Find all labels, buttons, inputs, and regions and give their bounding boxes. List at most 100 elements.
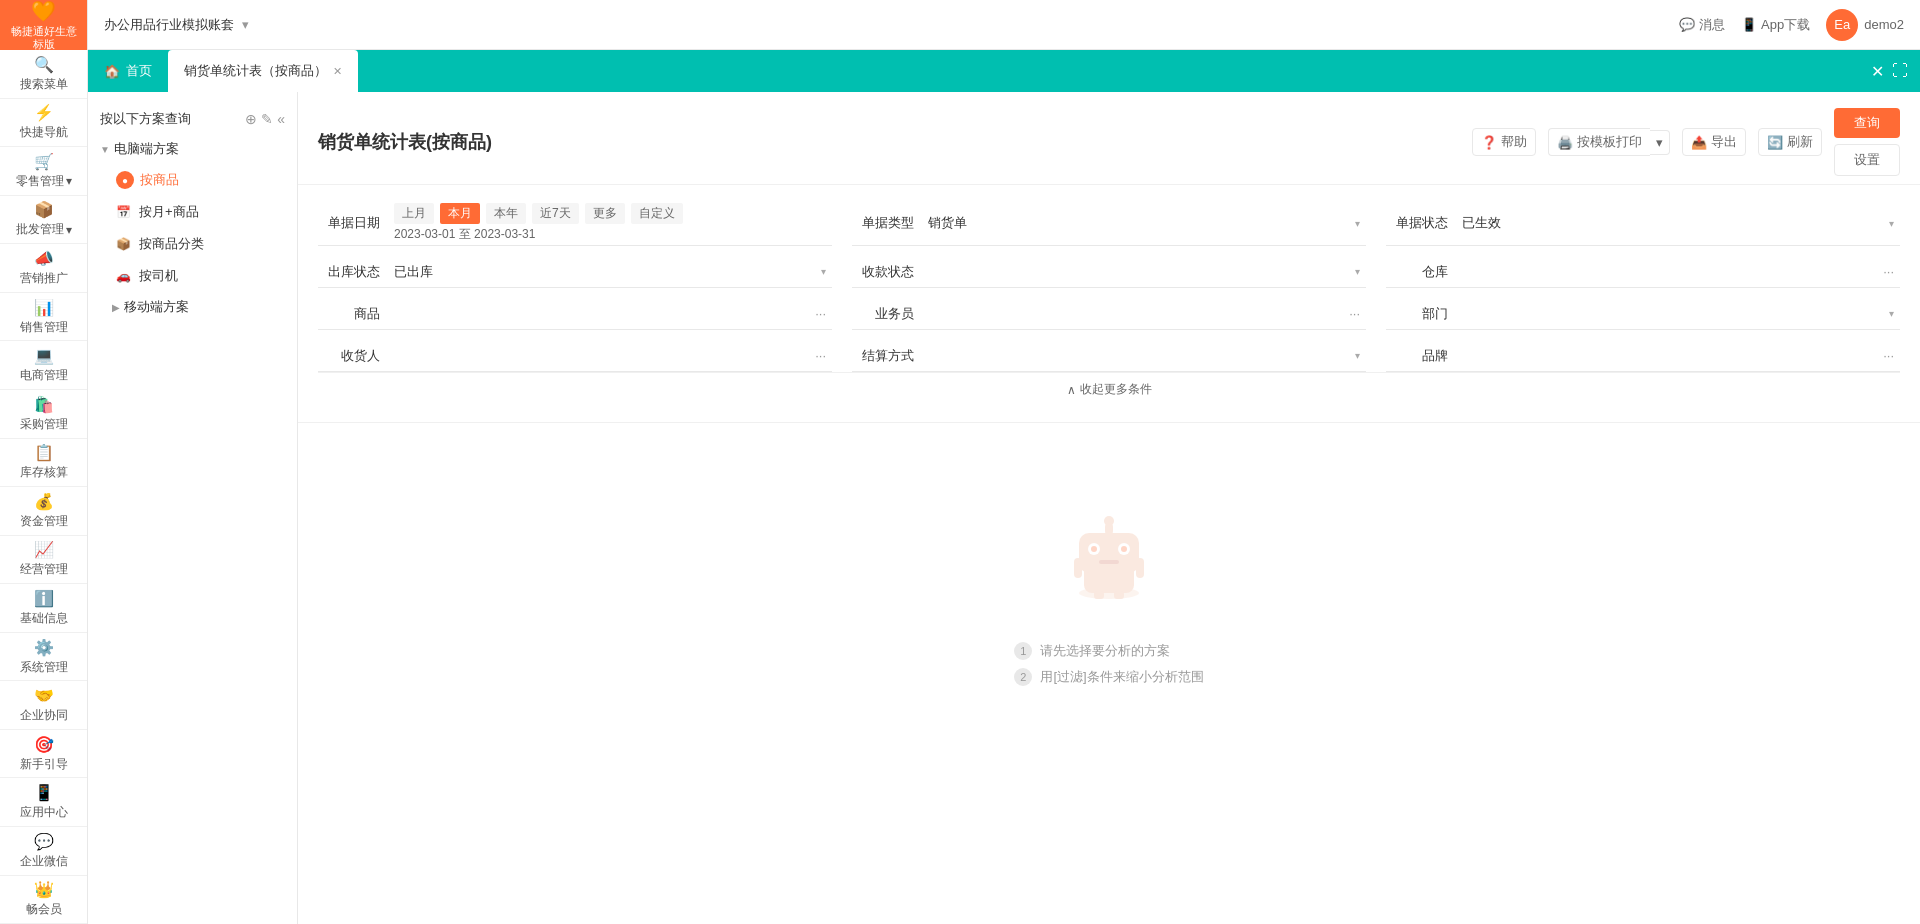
sidebar-item-enterprise[interactable]: 🤝 企业协同	[0, 681, 87, 730]
staff-more-icon[interactable]: ···	[1349, 306, 1360, 321]
date-tag-last7days[interactable]: 近7天	[532, 203, 579, 224]
sidebar-item-wholesale[interactable]: 📦 批发管理 ▾	[0, 196, 87, 245]
date-tag-this-month[interactable]: 本月	[440, 203, 480, 224]
query-btn[interactable]: 查询	[1834, 108, 1900, 138]
settle-value-field[interactable]: ▾	[922, 346, 1366, 365]
mobile-plan-header[interactable]: ▶ 移动端方案	[88, 292, 297, 322]
app-download-btn[interactable]: 📱 App下载	[1741, 16, 1810, 34]
message-btn[interactable]: 💬 消息	[1679, 16, 1725, 34]
sidebar-item-retail[interactable]: 🛒 零售管理 ▾	[0, 147, 87, 196]
sidebar-item-finance[interactable]: 💰 资金管理	[0, 487, 87, 536]
tab-report-close-icon[interactable]: ✕	[333, 65, 342, 78]
by-cashier-label: 按司机	[139, 267, 178, 285]
sidebar-item-wechat[interactable]: 💬 企业微信	[0, 827, 87, 876]
settle-dropdown-icon[interactable]: ▾	[1355, 350, 1360, 361]
dept-value-field[interactable]: ▾	[1456, 304, 1900, 323]
filter-product-cell: 商品 ···	[318, 298, 832, 330]
filter-brand-cell: 品牌 ···	[1386, 340, 1900, 372]
tab-report[interactable]: 销货单统计表（按商品） ✕	[168, 50, 358, 92]
collect-dropdown-icon[interactable]: ▾	[1355, 266, 1360, 277]
date-tag-custom[interactable]: 自定义	[631, 203, 683, 224]
date-tag-more[interactable]: 更多	[585, 203, 625, 224]
svg-rect-12	[1094, 591, 1104, 599]
filter-row-4: 收货人 ··· 结算方式 ▾ 品牌	[318, 340, 1900, 372]
filter-receiver-cell: 收货人 ···	[318, 340, 832, 372]
brand-value-field[interactable]: ···	[1456, 344, 1900, 367]
template-print-dropdown-btn[interactable]: ▾	[1650, 130, 1670, 155]
staff-label: 业务员	[852, 305, 922, 323]
tab-close-all-icon[interactable]: ✕	[1871, 62, 1884, 81]
sidebar-item-purchase[interactable]: 🛍️ 采购管理	[0, 390, 87, 439]
member-icon: 👑	[34, 880, 54, 899]
sidebar-item-operations[interactable]: 📈 经营管理	[0, 536, 87, 585]
out-status-value-field[interactable]: 已出库 ▾	[388, 259, 832, 285]
out-status-label: 出库状态	[318, 263, 388, 281]
staff-value-field[interactable]: ···	[922, 302, 1366, 325]
sidebar-label-finance: 资金管理	[20, 513, 68, 530]
sidebar-item-inventory[interactable]: 📋 库存核算	[0, 439, 87, 488]
topbar: 办公用品行业模拟账套 ▾ 💬 消息 📱 App下载 Ea demo2	[88, 0, 1920, 50]
collapse-bar[interactable]: ∧ 收起更多条件	[318, 372, 1900, 406]
status-dropdown-icon[interactable]: ▾	[1889, 218, 1894, 229]
date-tag-last-month[interactable]: 上月	[394, 203, 434, 224]
status-value-field[interactable]: 已生效 ▾	[1456, 210, 1900, 236]
system-icon: ⚙️	[34, 638, 54, 657]
workspace-dropdown-icon[interactable]: ▾	[242, 17, 249, 32]
sidebar-item-ecommerce[interactable]: 💻 电商管理	[0, 341, 87, 390]
edit-plan-icon[interactable]: ✎	[261, 111, 273, 127]
tab-fullscreen-icon[interactable]: ⛶	[1892, 62, 1908, 81]
add-plan-icon[interactable]: ⊕	[245, 111, 257, 127]
filter-row-1: 单据日期 上月 本月 本年 近7天 更多 自定义 2023-03-01 至 20…	[318, 201, 1900, 246]
date-tag-this-year[interactable]: 本年	[486, 203, 526, 224]
help-label: 帮助	[1501, 133, 1527, 151]
product-value-field[interactable]: ···	[388, 302, 832, 325]
tab-home[interactable]: 🏠 首页	[88, 50, 168, 92]
export-btn[interactable]: 📤 导出	[1682, 128, 1746, 156]
sidebar-item-member[interactable]: 👑 畅会员	[0, 876, 87, 924]
warehouse-more-icon[interactable]: ···	[1883, 264, 1894, 279]
sidebar-label-guide: 新手引导	[20, 756, 68, 773]
svg-rect-11	[1136, 558, 1144, 578]
refresh-label: 刷新	[1787, 133, 1813, 151]
desktop-plan-header[interactable]: ▼ 电脑端方案	[88, 134, 297, 164]
sidebar-item-appstore[interactable]: 📱 应用中心	[0, 778, 87, 827]
warehouse-value-field[interactable]: ···	[1456, 260, 1900, 283]
refresh-btn[interactable]: 🔄 刷新	[1758, 128, 1822, 156]
export-label: 导出	[1711, 133, 1737, 151]
sidebar-item-system[interactable]: ⚙️ 系统管理	[0, 633, 87, 682]
plan-item-by-month-product[interactable]: 📅 按月+商品	[88, 196, 297, 228]
product-more-icon[interactable]: ···	[815, 306, 826, 321]
plan-item-by-category[interactable]: 📦 按商品分类	[88, 228, 297, 260]
type-value-field[interactable]: 销货单 ▾	[922, 210, 1366, 236]
sidebar-label-enterprise: 企业协同	[20, 707, 68, 724]
sidebar-item-basic[interactable]: ℹ️ 基础信息	[0, 584, 87, 633]
sidebar-item-quicknav[interactable]: ⚡ 快捷导航	[0, 99, 87, 148]
receiver-value-field[interactable]: ···	[388, 344, 832, 367]
template-print-btn[interactable]: 🖨️ 按模板打印	[1548, 128, 1650, 156]
collapse-panel-icon[interactable]: «	[277, 111, 285, 127]
dept-dropdown-icon[interactable]: ▾	[1889, 308, 1894, 319]
sidebar-item-search[interactable]: 🔍 搜索菜单	[0, 50, 87, 99]
sidebar-item-guide[interactable]: 🎯 新手引导	[0, 730, 87, 779]
out-status-dropdown-icon[interactable]: ▾	[821, 266, 826, 277]
print-icon: 🖨️	[1557, 135, 1573, 150]
type-dropdown-icon[interactable]: ▾	[1355, 218, 1360, 229]
sidebar-item-marketing[interactable]: 📣 营销推广	[0, 244, 87, 293]
logo-text-line1: 畅捷通好生意	[11, 25, 77, 38]
template-print-dropdown-icon: ▾	[1656, 135, 1663, 150]
settings-btn[interactable]: 设置	[1834, 144, 1900, 176]
page-body: 按以下方案查询 ⊕ ✎ « ▼ 电脑端方案 ● 按商品 📅 按月	[88, 92, 1920, 924]
sidebar: 🧡 畅捷通好生意 标版 🔍 搜索菜单 ⚡ 快捷导航 🛒 零售管理 ▾ 📦 批发管…	[0, 0, 88, 924]
brand-more-icon[interactable]: ···	[1883, 348, 1894, 363]
collect-value-field[interactable]: ▾	[922, 262, 1366, 281]
user-profile[interactable]: Ea demo2	[1826, 9, 1904, 41]
plan-item-by-product[interactable]: ● 按商品	[88, 164, 297, 196]
filter-status-cell: 单据状态 已生效 ▾	[1386, 201, 1900, 246]
retail-icon: 🛒	[34, 152, 54, 171]
plan-item-by-cashier[interactable]: 🚗 按司机	[88, 260, 297, 292]
help-btn[interactable]: ❓ 帮助	[1472, 128, 1536, 156]
wholesale-arrow-icon: ▾	[66, 223, 72, 237]
sidebar-item-sales[interactable]: 📊 销售管理	[0, 293, 87, 342]
receiver-more-icon[interactable]: ···	[815, 348, 826, 363]
filter-dept-cell: 部门 ▾	[1386, 298, 1900, 330]
